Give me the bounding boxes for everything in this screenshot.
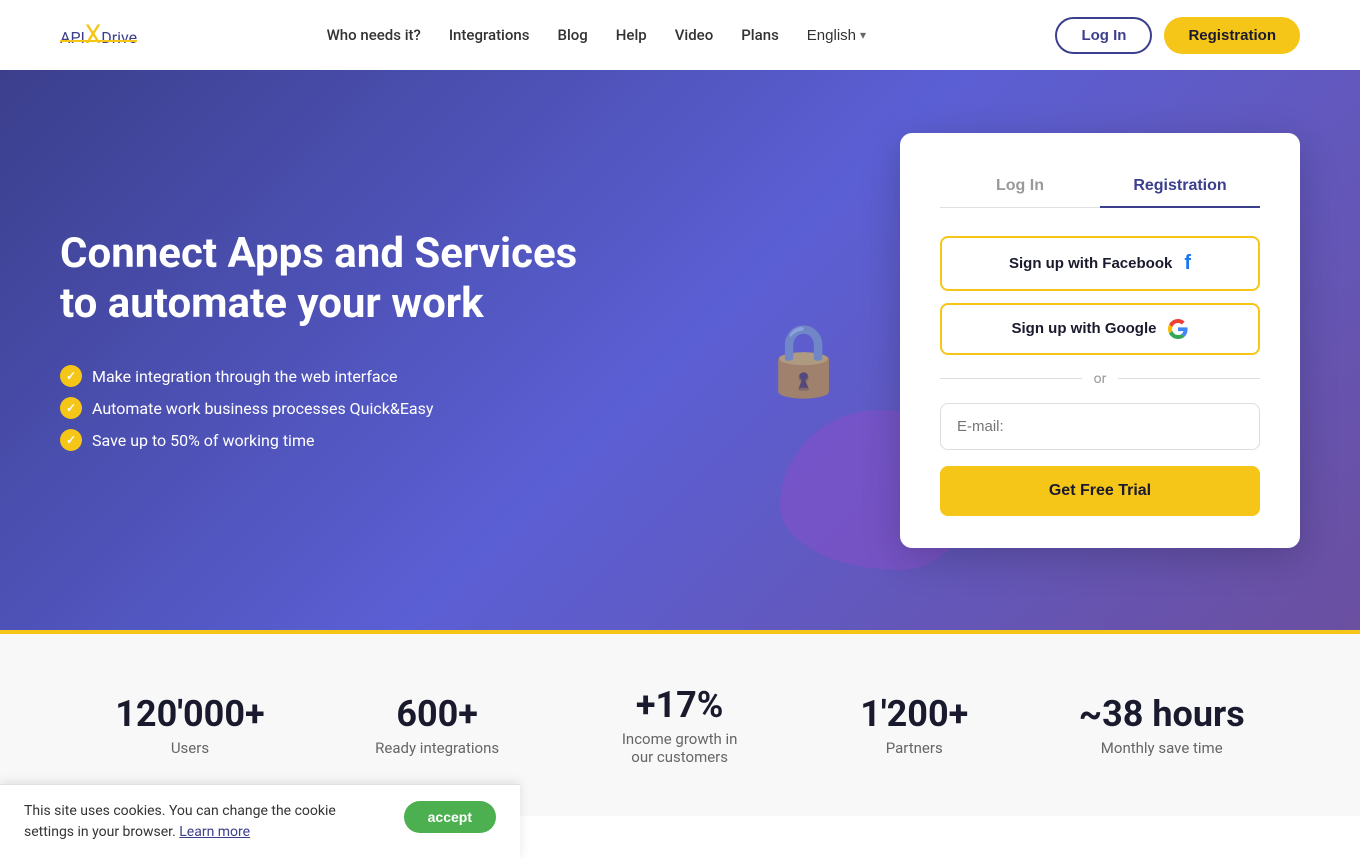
free-trial-button[interactable]: Get Free Trial: [940, 466, 1260, 516]
stat-users: 120'000+ Users: [115, 693, 264, 757]
feature-item: ✓ Save up to 50% of working time: [60, 429, 900, 451]
language-selector[interactable]: English ▾: [807, 27, 866, 44]
stat-partners-number: 1'200+: [860, 693, 968, 735]
nav-integrations[interactable]: Integrations: [449, 26, 530, 44]
hero-section: Connect Apps and Services to automate yo…: [0, 70, 1360, 630]
language-label: English: [807, 27, 856, 44]
chevron-down-icon: ▾: [860, 28, 866, 42]
tab-registration[interactable]: Registration: [1100, 165, 1260, 207]
stat-income: +17% Income growth in our customers: [610, 684, 750, 766]
header: APIXDrive Who needs it? Integrations Blo…: [0, 0, 1360, 70]
stat-hours-number: ~38 hours: [1079, 693, 1245, 735]
logo-drive-text: Drive: [101, 28, 137, 47]
tab-login[interactable]: Log In: [940, 165, 1100, 207]
stat-partners: 1'200+ Partners: [860, 693, 968, 757]
main-nav: Who needs it? Integrations Blog Help Vid…: [327, 26, 866, 44]
check-icon: ✓: [60, 397, 82, 419]
login-button[interactable]: Log In: [1055, 17, 1152, 54]
divider-line-right: [1118, 378, 1260, 379]
nav-video[interactable]: Video: [675, 26, 714, 44]
logo-x-text: X: [85, 20, 101, 50]
registration-card: Log In Registration Sign up with Faceboo…: [900, 133, 1300, 548]
cookie-text: This site uses cookies. You can change t…: [24, 801, 388, 843]
stat-hours-label: Monthly save time: [1079, 739, 1245, 757]
facebook-button-label: Sign up with Facebook: [1009, 255, 1172, 272]
logo[interactable]: APIXDrive: [60, 20, 137, 50]
facebook-signup-button[interactable]: Sign up with Facebook f: [940, 236, 1260, 291]
stat-integrations: 600+ Ready integrations: [375, 693, 499, 757]
stat-users-label: Users: [115, 739, 264, 757]
or-divider: or: [940, 371, 1260, 387]
nav-help[interactable]: Help: [616, 26, 647, 44]
email-field[interactable]: [940, 403, 1260, 450]
google-icon: [1168, 319, 1188, 339]
logo-underline: [60, 40, 137, 42]
stat-income-label: Income growth in our customers: [610, 730, 750, 766]
check-icon: ✓: [60, 365, 82, 387]
facebook-icon: f: [1184, 252, 1191, 275]
header-actions: Log In Registration: [1055, 17, 1300, 54]
feature-label: Automate work business processes Quick&E…: [92, 399, 433, 418]
stat-integrations-number: 600+: [375, 693, 499, 735]
nav-blog[interactable]: Blog: [557, 26, 587, 44]
hero-features: ✓ Make integration through the web inter…: [60, 365, 900, 451]
feature-item: ✓ Make integration through the web inter…: [60, 365, 900, 387]
auth-tabs: Log In Registration: [940, 165, 1260, 208]
divider-line-left: [940, 378, 1082, 379]
nav-who-needs-it[interactable]: Who needs it?: [327, 26, 421, 44]
nav-plans[interactable]: Plans: [741, 26, 779, 44]
check-icon: ✓: [60, 429, 82, 451]
cookie-banner: This site uses cookies. You can change t…: [0, 784, 520, 859]
accept-cookies-button[interactable]: accept: [404, 801, 496, 833]
google-button-label: Sign up with Google: [1012, 320, 1157, 337]
learn-more-link[interactable]: Learn more: [179, 824, 250, 840]
stat-hours: ~38 hours Monthly save time: [1079, 693, 1245, 757]
registration-button[interactable]: Registration: [1164, 17, 1300, 54]
cookie-content: This site uses cookies. You can change t…: [24, 801, 496, 843]
stat-users-number: 120'000+: [115, 693, 264, 735]
feature-label: Make integration through the web interfa…: [92, 367, 397, 386]
stat-partners-label: Partners: [860, 739, 968, 757]
logo-api-text: API: [60, 28, 85, 47]
stat-income-number: +17%: [610, 684, 750, 726]
google-signup-button[interactable]: Sign up with Google: [940, 303, 1260, 355]
stat-integrations-label: Ready integrations: [375, 739, 499, 757]
or-label: or: [1094, 371, 1107, 387]
hero-content: Connect Apps and Services to automate yo…: [60, 229, 900, 452]
hero-title: Connect Apps and Services to automate yo…: [60, 229, 620, 330]
feature-item: ✓ Automate work business processes Quick…: [60, 397, 900, 419]
feature-label: Save up to 50% of working time: [92, 431, 314, 450]
